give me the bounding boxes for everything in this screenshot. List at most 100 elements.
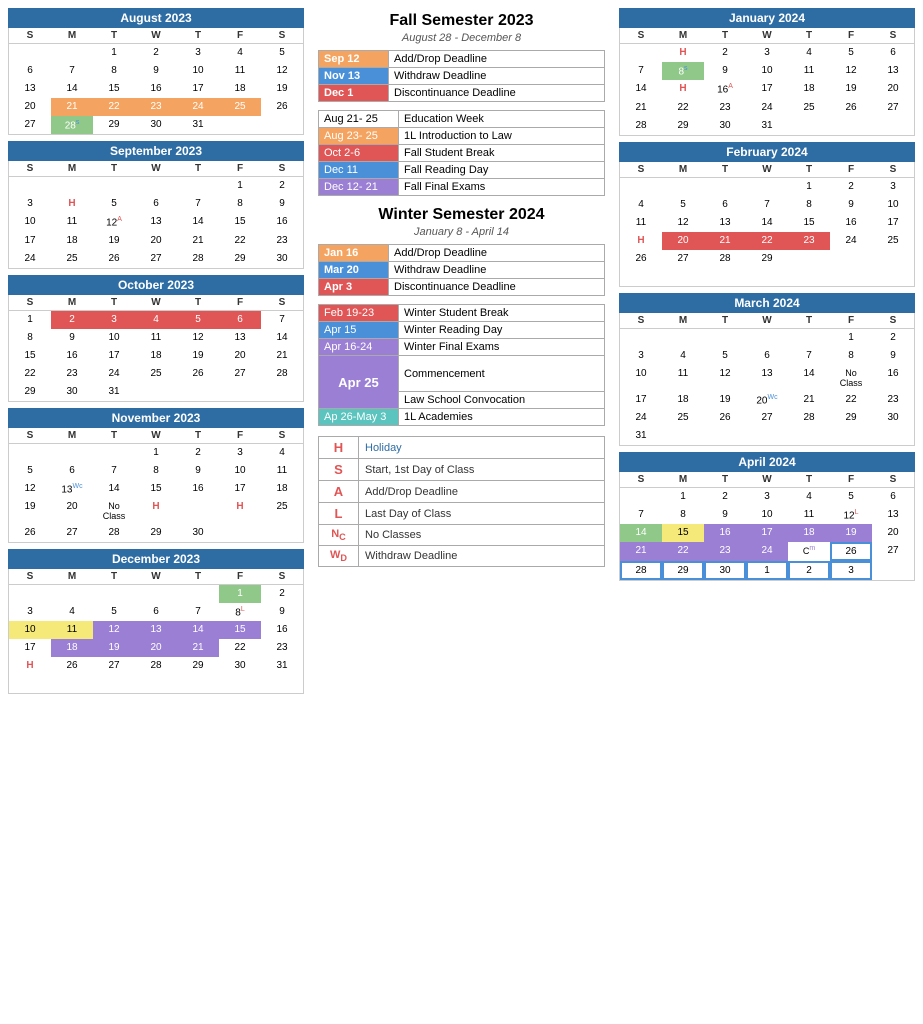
- october-2023-calendar: October 2023 S M T W T F S 1 2 3 4 5 6 7…: [8, 275, 304, 402]
- right-column: January 2024 S M T W T F S H 2 3 4 5 6 7…: [619, 8, 915, 694]
- december-2023-calendar: December 2023 S M T W T F S 1 2 3 4 5 6: [8, 549, 304, 694]
- main-layout: August 2023 S M T W T F S 1 2 3 4 5 6 7: [8, 8, 915, 694]
- aug-23: 23: [135, 98, 177, 116]
- day-header-th: T: [177, 28, 219, 44]
- legend-withdraw: WD Withdraw Deadline: [319, 546, 605, 567]
- legend-adddrop: A Add/Drop Deadline: [319, 481, 605, 503]
- fall-education-week-date: Aug 21- 25: [319, 111, 399, 128]
- aug-8: 8: [93, 62, 135, 80]
- legend-s-symbol: S: [319, 459, 359, 481]
- winter-final-exams: Apr 16-24 Winter Final Exams: [319, 339, 605, 356]
- winter-discontinuance-label: Discontinuance Deadline: [389, 279, 605, 296]
- aug-10: 10: [177, 62, 219, 80]
- november-2023-calendar: November 2023 S M T W T F S 1 2 3 4 5 6 …: [8, 408, 304, 543]
- winter-events-table: Feb 19-23 Winter Student Break Apr 15 Wi…: [318, 304, 605, 426]
- fall-education-week: Aug 21- 25 Education Week: [319, 111, 605, 128]
- winter-commencement: Apr 25 Commencement: [319, 356, 605, 392]
- february-2024-calendar: February 2024 S M T W T F S 1 2 3 4 5 6 …: [619, 142, 915, 287]
- august-2023-calendar: August 2023 S M T W T F S 1 2 3 4 5 6 7: [8, 8, 304, 135]
- aug-13: 13: [9, 80, 51, 98]
- fall-withdraw-date: Nov 13: [319, 68, 389, 85]
- fall-1l-intro-date: Aug 23- 25: [319, 128, 399, 145]
- aug-14: 14: [51, 80, 93, 98]
- aug-24: 24: [177, 98, 219, 116]
- aug-12: 12: [261, 62, 303, 80]
- aug-7: 7: [51, 62, 93, 80]
- legend-lastday: L Last Day of Class: [319, 503, 605, 525]
- day-header-w: W: [135, 28, 177, 44]
- winter-academies: Ap 26-May 3 1L Academies: [319, 409, 605, 426]
- fall-1l-intro: Aug 23- 25 1L Introduction to Law: [319, 128, 605, 145]
- aug-31: 31: [177, 116, 219, 134]
- fall-semester-subtitle: August 28 - December 8: [318, 32, 605, 44]
- winter-deadline-discontinuance: Apr 3 Discontinuance Deadline: [319, 279, 605, 296]
- aug-28: 28s: [51, 116, 93, 134]
- winter-semester-title: Winter Semester 2024: [318, 206, 605, 224]
- winter-student-break-label: Winter Student Break: [399, 305, 605, 322]
- day-header-s: S: [9, 28, 51, 44]
- fall-withdraw-label: Withdraw Deadline: [389, 68, 605, 85]
- january-2024-calendar: January 2024 S M T W T F S H 2 3 4 5 6 7…: [619, 8, 915, 136]
- legend-holiday: H Holiday: [319, 437, 605, 459]
- fall-final-exams-date: Dec 12- 21: [319, 179, 399, 196]
- day-header-sat: S: [261, 28, 303, 44]
- apr-2024-header: April 2024: [619, 452, 915, 472]
- fall-events-table: Aug 21- 25 Education Week Aug 23- 25 1L …: [318, 110, 605, 196]
- legend-noclass: NC No Classes: [319, 525, 605, 546]
- legend-s-desc: Start, 1st Day of Class: [359, 459, 605, 481]
- oct-2023-header: October 2023: [8, 275, 304, 295]
- aug-9: 9: [135, 62, 177, 80]
- aug-2: 2: [135, 44, 177, 62]
- day-header-t: T: [93, 28, 135, 44]
- winter-student-break: Feb 19-23 Winter Student Break: [319, 305, 605, 322]
- aug-30: 30: [135, 116, 177, 134]
- fall-adddrop-date: Sep 12: [319, 51, 389, 68]
- mar-2024-header: March 2024: [619, 293, 915, 313]
- fall-final-exams: Dec 12- 21 Fall Final Exams: [319, 179, 605, 196]
- aug-5: 5: [261, 44, 303, 62]
- winter-academies-date: Ap 26-May 3: [319, 409, 399, 426]
- aug-20: 20: [9, 98, 51, 116]
- fall-deadline-withdraw: Nov 13 Withdraw Deadline: [319, 68, 605, 85]
- legend-start: S Start, 1st Day of Class: [319, 459, 605, 481]
- legend-nc-symbol: NC: [319, 525, 359, 546]
- aug-empty3: [219, 116, 261, 134]
- sep-2023-header: September 2023: [8, 141, 304, 161]
- august-2023-header: August 2023: [8, 8, 304, 28]
- aug-empty2: [51, 44, 93, 62]
- winter-law-school-conv-label: Law School Convocation: [399, 392, 605, 409]
- aug-18: 18: [219, 80, 261, 98]
- aug-3: 3: [177, 44, 219, 62]
- aug-22: 22: [93, 98, 135, 116]
- fall-reading-day: Dec 11 Fall Reading Day: [319, 162, 605, 179]
- fall-education-week-label: Education Week: [399, 111, 605, 128]
- winter-student-break-date: Feb 19-23: [319, 305, 399, 322]
- aug-21: 21: [51, 98, 93, 116]
- aug-16: 16: [135, 80, 177, 98]
- winter-withdraw-date: Mar 20: [319, 262, 389, 279]
- fall-final-exams-label: Fall Final Exams: [399, 179, 605, 196]
- fall-discontinuance-date: Dec 1: [319, 85, 389, 102]
- aug-1: 1: [93, 44, 135, 62]
- legend-l-desc: Last Day of Class: [359, 503, 605, 525]
- april-2024-calendar: April 2024 S M T W T F S 1 2 3 4 5 6 7 8…: [619, 452, 915, 581]
- legend-a-symbol: A: [319, 481, 359, 503]
- winter-commencement-label: Commencement: [399, 356, 605, 392]
- aug-26: 26: [261, 98, 303, 116]
- winter-reading-day-label: Winter Reading Day: [399, 322, 605, 339]
- aug-6: 6: [9, 62, 51, 80]
- aug-27: 27: [9, 116, 51, 134]
- fall-deadline-discontinuance: Dec 1 Discontinuance Deadline: [319, 85, 605, 102]
- winter-semester-subtitle: January 8 - April 14: [318, 226, 605, 238]
- winter-academies-label: 1L Academies: [399, 409, 605, 426]
- fall-1l-intro-label: 1L Introduction to Law: [399, 128, 605, 145]
- aug-empty1: [9, 44, 51, 62]
- legend-wd-symbol: WD: [319, 546, 359, 567]
- center-column: Fall Semester 2023 August 28 - December …: [310, 8, 613, 694]
- aug-29: 29: [93, 116, 135, 134]
- winter-final-exams-label: Winter Final Exams: [399, 339, 605, 356]
- day-header-m: M: [51, 28, 93, 44]
- legend-l-symbol: L: [319, 503, 359, 525]
- left-column: August 2023 S M T W T F S 1 2 3 4 5 6 7: [8, 8, 304, 694]
- winter-discontinuance-date: Apr 3: [319, 279, 389, 296]
